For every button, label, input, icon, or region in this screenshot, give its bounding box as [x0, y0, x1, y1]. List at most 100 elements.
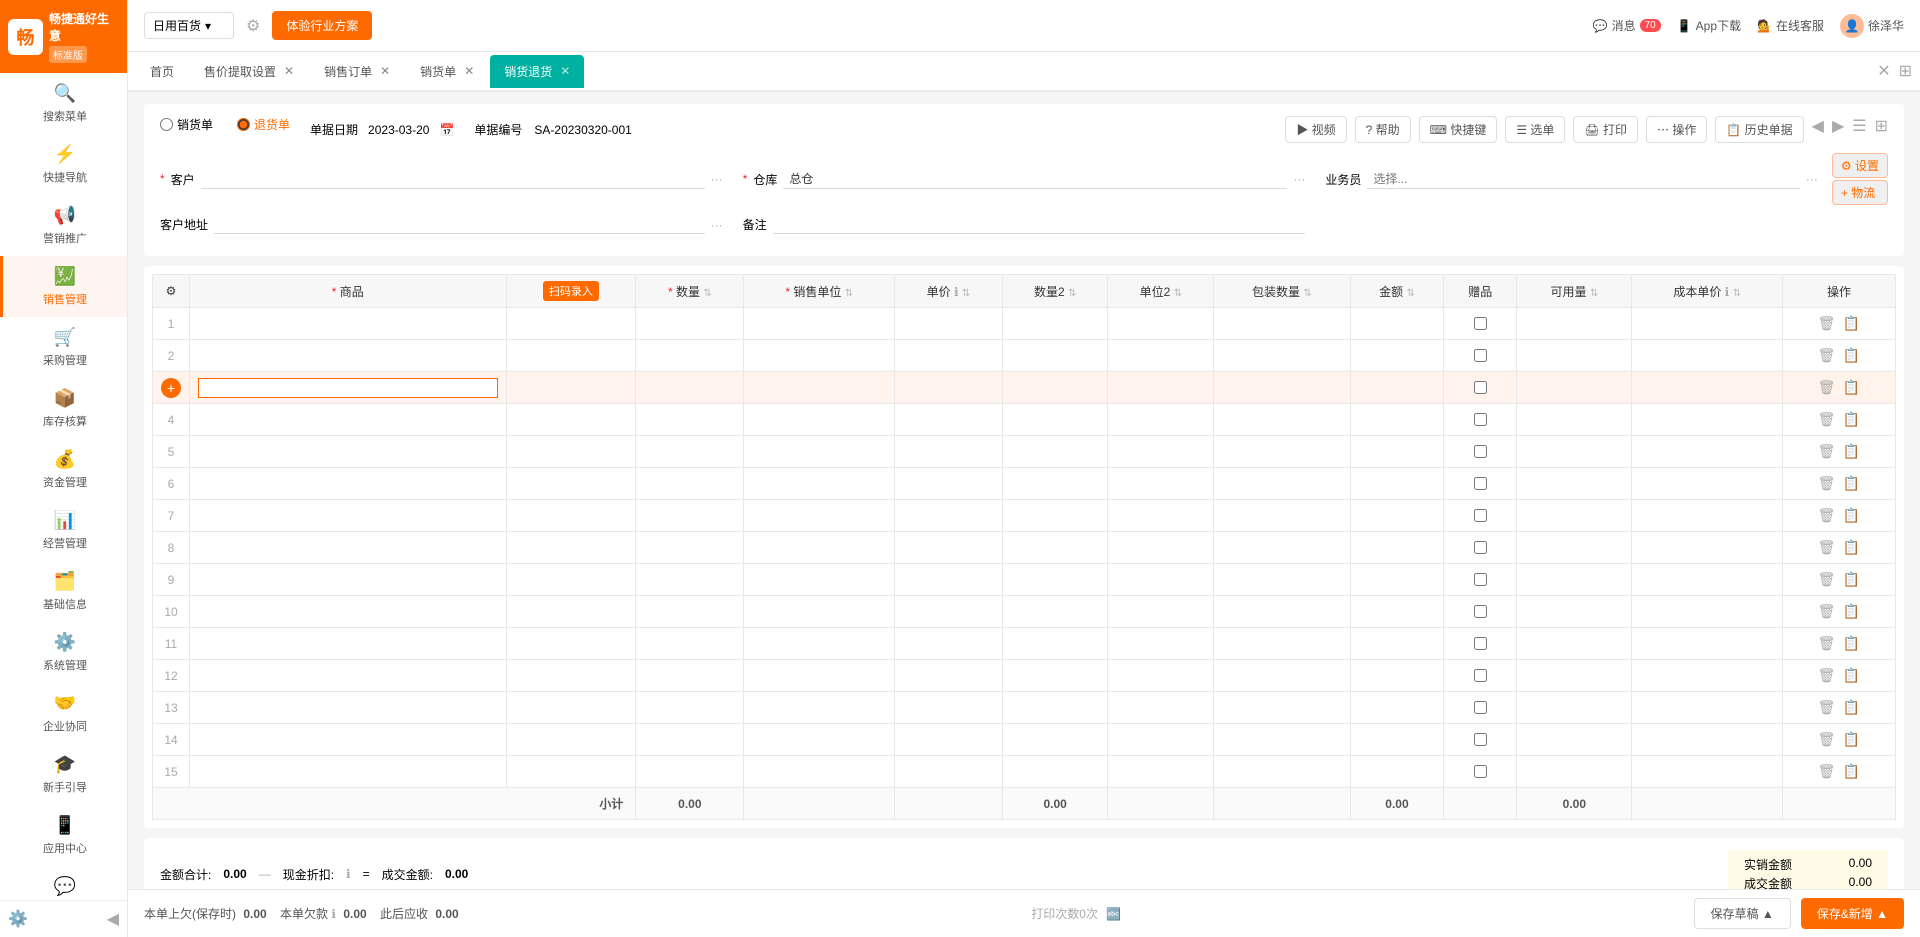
unit-price-cell[interactable]: [895, 756, 1003, 788]
cost-price-cell[interactable]: [1632, 500, 1783, 532]
sales-unit-cell[interactable]: [744, 628, 895, 660]
qty2-cell[interactable]: [1002, 660, 1108, 692]
delete-btn[interactable]: 🗑: [1816, 569, 1838, 590]
gift-cell[interactable]: [1444, 340, 1517, 372]
qty2-cell[interactable]: [1002, 468, 1108, 500]
unit2-cell[interactable]: [1108, 596, 1214, 628]
copy-btn[interactable]: 📋: [1841, 697, 1862, 718]
th-settings[interactable]: ⚙: [153, 275, 190, 308]
qty2-cell[interactable]: [1002, 564, 1108, 596]
cost-price-cell[interactable]: [1632, 532, 1783, 564]
gift-checkbox[interactable]: [1474, 445, 1487, 458]
unit-price-cell[interactable]: [895, 500, 1003, 532]
sidebar-item-enterprise[interactable]: 🤝 企业协同: [0, 683, 127, 744]
product-cell[interactable]: [190, 724, 507, 756]
copy-btn[interactable]: 📋: [1841, 729, 1862, 750]
amount-cell[interactable]: [1350, 308, 1444, 340]
delete-btn[interactable]: 🗑: [1816, 665, 1838, 686]
quantity-cell[interactable]: [636, 564, 744, 596]
cost-price-cell[interactable]: [1632, 660, 1783, 692]
unit2-cell[interactable]: [1108, 660, 1214, 692]
tab-sales-order[interactable]: 销售订单 ✕: [310, 55, 404, 88]
product-cell[interactable]: [190, 660, 507, 692]
pack-qty-cell[interactable]: [1214, 436, 1350, 468]
info-icon[interactable]: ℹ: [346, 867, 351, 881]
gift-cell[interactable]: [1444, 724, 1517, 756]
video-btn[interactable]: ▶ 视频: [1285, 116, 1346, 143]
gift-cell[interactable]: [1444, 692, 1517, 724]
gift-cell[interactable]: [1444, 532, 1517, 564]
gift-checkbox[interactable]: [1474, 509, 1487, 522]
select-btn[interactable]: ☰ 选单: [1505, 116, 1565, 143]
pack-qty-cell[interactable]: [1214, 660, 1350, 692]
product-cell[interactable]: [190, 468, 507, 500]
unit-price-cell[interactable]: [895, 724, 1003, 756]
pack-qty-cell[interactable]: [1214, 692, 1350, 724]
cost-price-cell[interactable]: [1632, 308, 1783, 340]
product-cell[interactable]: [190, 532, 507, 564]
unit-price-cell[interactable]: [895, 660, 1003, 692]
unit-price-cell[interactable]: [895, 404, 1003, 436]
unit-price-cell[interactable]: [895, 596, 1003, 628]
copy-btn[interactable]: 📋: [1841, 505, 1862, 526]
sales-unit-cell[interactable]: [744, 660, 895, 692]
gift-cell[interactable]: [1444, 660, 1517, 692]
delete-btn[interactable]: 🗑: [1816, 601, 1838, 622]
user-menu[interactable]: 👤 徐泽华: [1840, 14, 1904, 38]
address-input[interactable]: [214, 215, 705, 234]
sidebar-item-marketing[interactable]: 📢 营销推广: [0, 195, 127, 256]
sidebar-item-finance[interactable]: 💰 资金管理: [0, 439, 127, 500]
quantity-cell[interactable]: [636, 436, 744, 468]
service-btn[interactable]: 💁 在线客服: [1757, 17, 1824, 34]
product-cell[interactable]: [190, 340, 507, 372]
quantity-cell[interactable]: [636, 340, 744, 372]
save-draft-btn[interactable]: 保存草稿 ▲: [1694, 898, 1791, 929]
sidebar-item-purchase[interactable]: 🛒 采购管理: [0, 317, 127, 378]
customer-input[interactable]: [201, 170, 705, 189]
available-cell[interactable]: [1517, 564, 1632, 596]
delete-btn[interactable]: 🗑: [1816, 313, 1838, 334]
quantity-cell[interactable]: [636, 660, 744, 692]
product-cell[interactable]: [190, 564, 507, 596]
unit-price-cell[interactable]: [895, 628, 1003, 660]
available-cell[interactable]: [1517, 692, 1632, 724]
gift-cell[interactable]: [1444, 564, 1517, 596]
cost-price-cell[interactable]: [1632, 692, 1783, 724]
unit2-cell[interactable]: [1108, 500, 1214, 532]
gift-checkbox[interactable]: [1474, 317, 1487, 330]
unit2-cell[interactable]: [1108, 692, 1214, 724]
gift-cell[interactable]: [1444, 308, 1517, 340]
radio-return-input[interactable]: [237, 118, 250, 131]
info-icon[interactable]: ℹ: [1725, 285, 1730, 299]
product-cell[interactable]: [190, 308, 507, 340]
product-cell[interactable]: [190, 692, 507, 724]
gift-checkbox[interactable]: [1474, 637, 1487, 650]
available-cell[interactable]: [1517, 468, 1632, 500]
radio-sales-delivery[interactable]: 销货单: [160, 116, 213, 133]
sort-icon[interactable]: ⇅: [1174, 288, 1182, 299]
amount-cell[interactable]: [1350, 340, 1444, 372]
gift-checkbox[interactable]: [1474, 381, 1487, 394]
add-logistics-btn[interactable]: + 物流: [1832, 180, 1888, 205]
quantity-cell[interactable]: [636, 500, 744, 532]
qty2-cell[interactable]: [1002, 500, 1108, 532]
pack-qty-cell[interactable]: [1214, 532, 1350, 564]
quantity-cell[interactable]: [636, 308, 744, 340]
unit-price-cell[interactable]: [895, 340, 1003, 372]
unit2-cell[interactable]: [1108, 532, 1214, 564]
cost-price-cell[interactable]: [1632, 756, 1783, 788]
view-grid-icon[interactable]: ⊞: [1875, 116, 1888, 143]
sort-icon[interactable]: ⇅: [1303, 288, 1311, 299]
sidebar-item-apps[interactable]: 📱 应用中心: [0, 805, 127, 866]
customer-select-btn[interactable]: ···: [711, 172, 723, 186]
amount-cell[interactable]: [1350, 436, 1444, 468]
sort-icon[interactable]: ⇅: [845, 288, 853, 299]
pack-qty-cell[interactable]: [1214, 564, 1350, 596]
download-btn[interactable]: 📱 App下载: [1677, 17, 1741, 34]
nav-next-icon[interactable]: ▶: [1832, 116, 1844, 143]
remark-input[interactable]: [773, 215, 1306, 234]
delete-btn[interactable]: 🗑: [1816, 697, 1838, 718]
copy-btn[interactable]: 📋: [1841, 377, 1862, 398]
available-cell[interactable]: [1517, 724, 1632, 756]
unit2-cell[interactable]: [1108, 404, 1214, 436]
